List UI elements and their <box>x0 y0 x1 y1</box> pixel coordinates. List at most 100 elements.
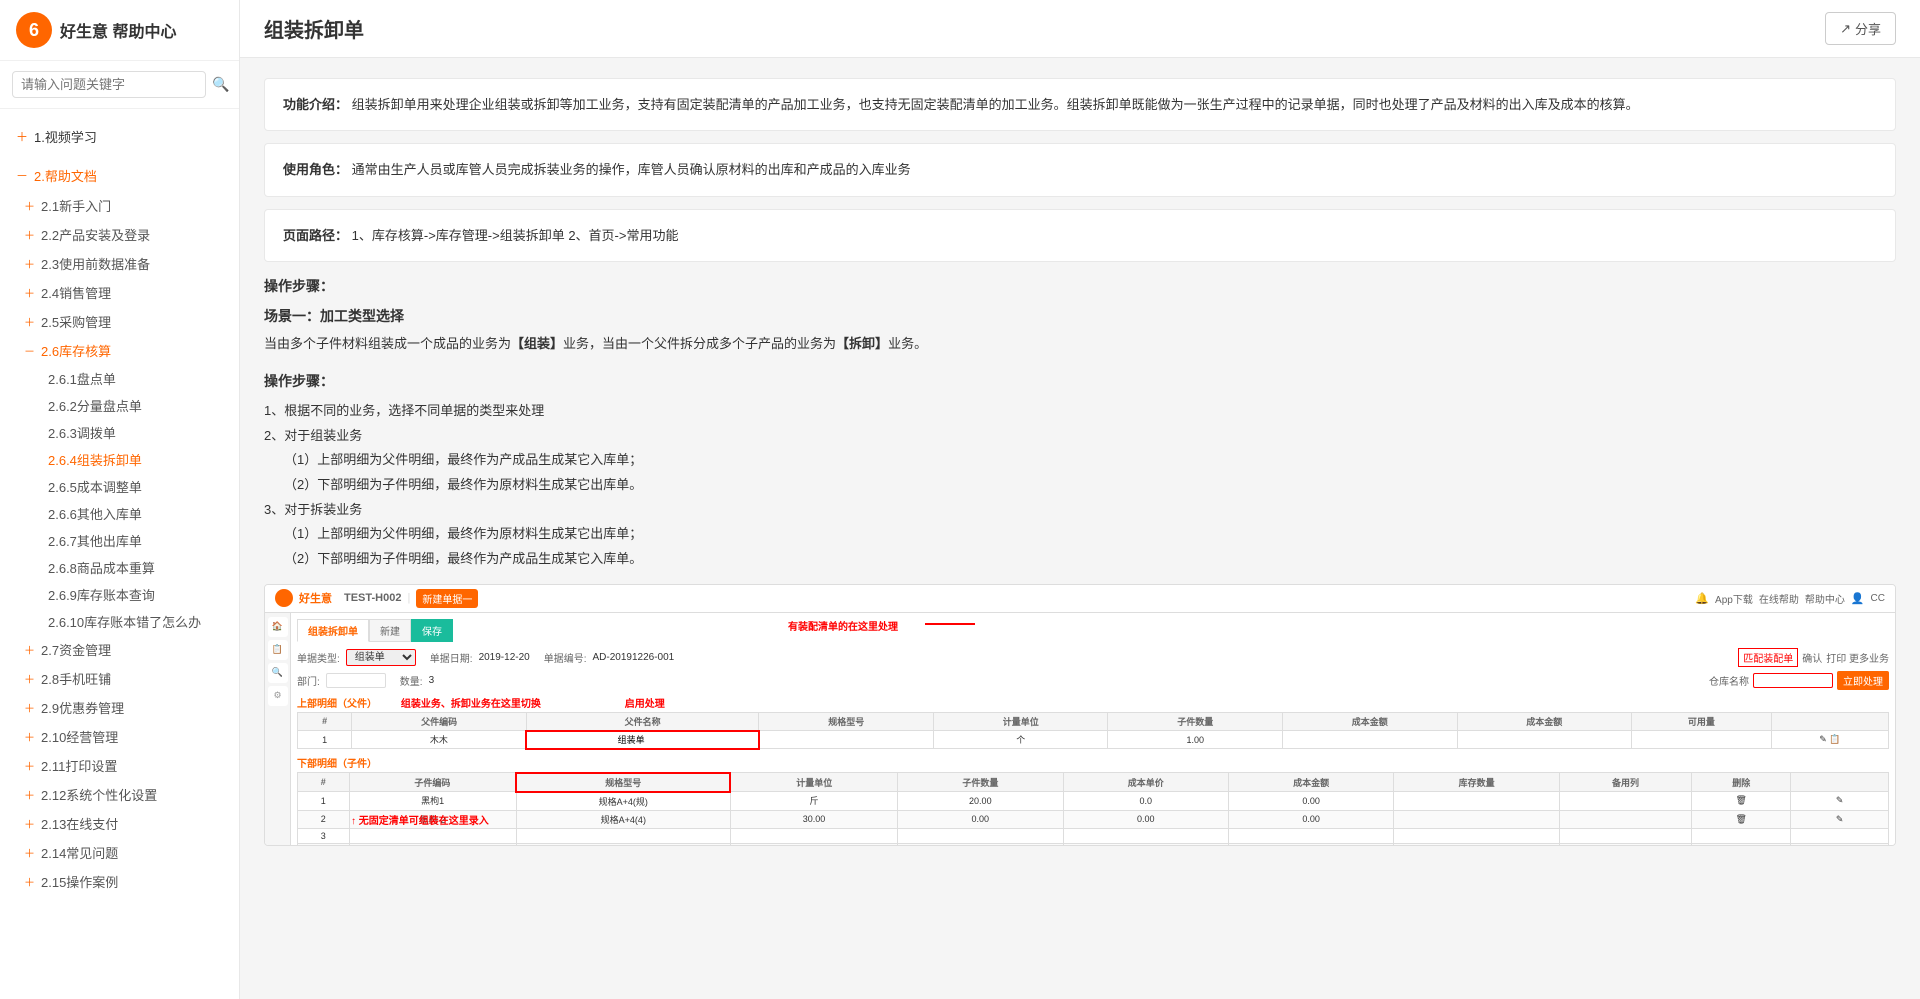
app-bottom-table: # 子件编码 规格型号 计量单位 子件数量 成本单价 成本金额 库存数量 备用列 <box>297 772 1889 845</box>
app-tab-assembly-order[interactable]: 组装拆卸单 <box>297 619 369 642</box>
plus-icon-210: ＋ <box>24 729 35 745</box>
sidebar-item-help-docs[interactable]: － 2.帮助文档 <box>0 160 239 191</box>
sidebar-item-install[interactable]: ＋ 2.2产品安装及登录 <box>16 220 239 249</box>
step1: 1、根据不同的业务，选择不同单据的类型来处理 <box>264 399 1896 424</box>
content-area: 功能介绍： 组装拆卸单用来处理企业组装或拆卸等加工业务，支持有固定装配清单的产品… <box>240 58 1920 999</box>
scene1-title: 场景一：加工类型选择 <box>264 306 1896 326</box>
table-row: 1 木木 个 1.00 <box>298 731 1889 749</box>
app-bth-qty: 成本单价 <box>1063 773 1228 792</box>
app-separator: | <box>407 592 410 604</box>
app-top-section-label-wrap: 上部明细（父件） 组装业务、拆卸业务在这里切换 启用处理 <box>297 694 1889 710</box>
app-username: CC <box>1871 593 1885 604</box>
func-intro-block: 功能介绍： 组装拆卸单用来处理企业组装或拆卸等加工业务，支持有固定装配清单的产品… <box>264 78 1896 131</box>
minus-icon-2: － <box>16 167 28 184</box>
app-icon-search: 🔍 <box>268 663 288 683</box>
path-label: 页面路径： <box>283 228 348 243</box>
app-label-date: 单据日期: <box>430 650 473 665</box>
app-bth-name: 规格型号 <box>516 773 730 792</box>
app-bth-cost2: 库存数量 <box>1394 773 1559 792</box>
steps-content: 1、根据不同的业务，选择不同单据的类型来处理 2、对于组装业务 （1）上部明细为… <box>264 399 1896 572</box>
app-th-spec: 规格型号 <box>759 712 934 731</box>
page-title: 组装拆卸单 <box>264 14 364 43</box>
app-topbar: 好生意 TEST-H002 | 新建单据一 🔔 App下载 在线帮助 帮助中心 … <box>265 585 1895 613</box>
sidebar-item-video-learning[interactable]: ＋ 1.视频学习 <box>0 121 239 152</box>
topbar: 组装拆卸单 ↗ 分享 <box>240 0 1920 58</box>
app-logo <box>275 589 293 607</box>
sidebar-item-other-inbound[interactable]: 2.6.6其他入库单 <box>16 500 239 527</box>
sidebar-item-cost-recalc[interactable]: 2.6.8商品成本重算 <box>16 554 239 581</box>
table-row: 3 <box>298 828 1889 843</box>
app-label-top-section: 上部明细（父件） <box>297 699 377 710</box>
app-select-type[interactable]: 组装单 拆卸单 <box>346 649 416 666</box>
app-bth-code: 子件编码 <box>349 773 516 792</box>
app-screenshot: 好生意 TEST-H002 | 新建单据一 🔔 App下载 在线帮助 帮助中心 … <box>265 585 1895 845</box>
sidebar-item-faq[interactable]: ＋ 2.14常见问题 <box>16 838 239 867</box>
app-label-helpcenter: 帮助中心 <box>1805 591 1845 606</box>
app-btn-confirm-warehouse[interactable]: 立即处理 <box>1837 671 1889 690</box>
sidebar-item-coupon[interactable]: ＋ 2.9优惠券管理 <box>16 693 239 722</box>
sidebar-section-1: ＋ 1.视频学习 <box>0 117 239 156</box>
app-brand: 好生意 <box>299 590 332 606</box>
sidebar-item-cases[interactable]: ＋ 2.15操作案例 <box>16 867 239 896</box>
app-bth-remark: 备用列 <box>1559 773 1691 792</box>
app-icon-gear: ⚙ <box>268 686 288 706</box>
sidebar-item-assembly[interactable]: 2.6.4组装拆卸单 <box>16 446 239 473</box>
app-icon-home: 🏠 <box>268 617 288 637</box>
plus-icon-215: ＋ <box>24 874 35 890</box>
app-tab-new[interactable]: 新建 <box>369 619 411 642</box>
sidebar-item-inventory[interactable]: － 2.6库存核算 <box>16 336 239 365</box>
app-label-print: 打印 更多业务 <box>1826 650 1889 665</box>
sidebar-item-stocktake[interactable]: 2.6.1盘点单 <box>16 365 239 392</box>
app-label-appstore: App下载 <box>1715 591 1753 606</box>
func-intro-text: 组装拆卸单用来处理企业组装或拆卸等加工业务，支持有固定装配清单的产品加工业务，也… <box>352 97 1639 112</box>
sidebar: 6 好生意 帮助中心 🔍 ＋ 1.视频学习 － 2.帮助文档 ＋ 2.1新手入门 <box>0 0 240 999</box>
app-new-doc-btn[interactable]: 新建单据一 <box>416 589 478 608</box>
sidebar-item-sales[interactable]: ＋ 2.4销售管理 <box>16 278 239 307</box>
sidebar-item-data-prep[interactable]: ＋ 2.3使用前数据准备 <box>16 249 239 278</box>
search-icon[interactable]: 🔍 <box>212 76 229 93</box>
app-icon-docs: 📋 <box>268 640 288 660</box>
app-btn-match-bom[interactable]: 匹配装配单 <box>1738 648 1798 667</box>
app-bth-extra <box>1791 773 1889 792</box>
step3-sub1: （1）上部明细为父件明细，最终作为原材料生成某它出库单； <box>284 522 1896 547</box>
app-tab-save[interactable]: 保存 <box>411 619 453 642</box>
sidebar-item-finance[interactable]: ＋ 2.7资金管理 <box>16 635 239 664</box>
sidebar-item-transfer[interactable]: 2.6.3调拨单 <box>16 419 239 446</box>
app-th-count: 计量单位 <box>933 712 1108 731</box>
sidebar-item-inventory-ledger[interactable]: 2.6.9库存账本查询 <box>16 581 239 608</box>
sidebar-item-personalize[interactable]: ＋ 2.12系统个性化设置 <box>16 780 239 809</box>
app-annotation-enable: 启用处理 <box>625 699 665 710</box>
app-bth-cost1: 成本金额 <box>1228 773 1393 792</box>
plus-icon-29: ＋ <box>24 700 35 716</box>
app-label-help: 在线帮助 <box>1759 591 1799 606</box>
logo-title: 好生意 帮助中心 <box>60 18 176 42</box>
app-input-warehouse[interactable] <box>1753 673 1833 688</box>
app-label-dept: 部门: <box>297 673 320 688</box>
app-bth-action: 删除 <box>1692 773 1791 792</box>
sidebar-item-mobile[interactable]: ＋ 2.8手机旺铺 <box>16 664 239 693</box>
app-th-parent-name: 父件名称 <box>526 712 759 731</box>
share-button[interactable]: ↗ 分享 <box>1825 12 1896 45</box>
sidebar-item-purchase[interactable]: ＋ 2.5采购管理 <box>16 307 239 336</box>
step2: 2、对于组装业务 <box>264 424 1896 449</box>
sidebar-item-newbie[interactable]: ＋ 2.1新手入门 <box>16 191 239 220</box>
share-icon: ↗ <box>1840 21 1851 37</box>
app-form-content: 组装拆卸单 新建 保存 单据类型: 组装单 拆卸单 单据日期: <box>291 613 1895 845</box>
app-bth-spec: 计量单位 <box>730 773 897 792</box>
sidebar-item-payment[interactable]: ＋ 2.13在线支付 <box>16 809 239 838</box>
search-input[interactable] <box>12 71 206 98</box>
plus-icon-211: ＋ <box>24 758 35 774</box>
sidebar-item-cost-adjust[interactable]: 2.6.5成本调整单 <box>16 473 239 500</box>
annotation-no-bom: ↑ 无固定清单可组装在这里录入 <box>351 812 489 827</box>
sidebar-item-ledger-error[interactable]: 2.6.10库存账本错了怎么办 <box>16 608 239 635</box>
table-row: 2 黑枸 2 规格A+4(4) 30.00 0.00 0.00 0.00 <box>298 810 1889 828</box>
app-input-parent-name[interactable] <box>618 734 668 744</box>
plus-icon-24: ＋ <box>24 285 35 301</box>
path-block: 页面路径： 1、库存核算->库存管理->组装拆卸单 2、首页->常用功能 <box>264 209 1896 262</box>
sidebar-item-print[interactable]: ＋ 2.11打印设置 <box>16 751 239 780</box>
sidebar-item-other-outbound[interactable]: 2.6.7其他出库单 <box>16 527 239 554</box>
sidebar-item-operations[interactable]: ＋ 2.10经营管理 <box>16 722 239 751</box>
sidebar-item-partial-stocktake[interactable]: 2.6.2分量盘点单 <box>16 392 239 419</box>
app-input-dept[interactable] <box>326 673 386 688</box>
app-tabs: 组装拆卸单 新建 保存 <box>297 619 1889 642</box>
